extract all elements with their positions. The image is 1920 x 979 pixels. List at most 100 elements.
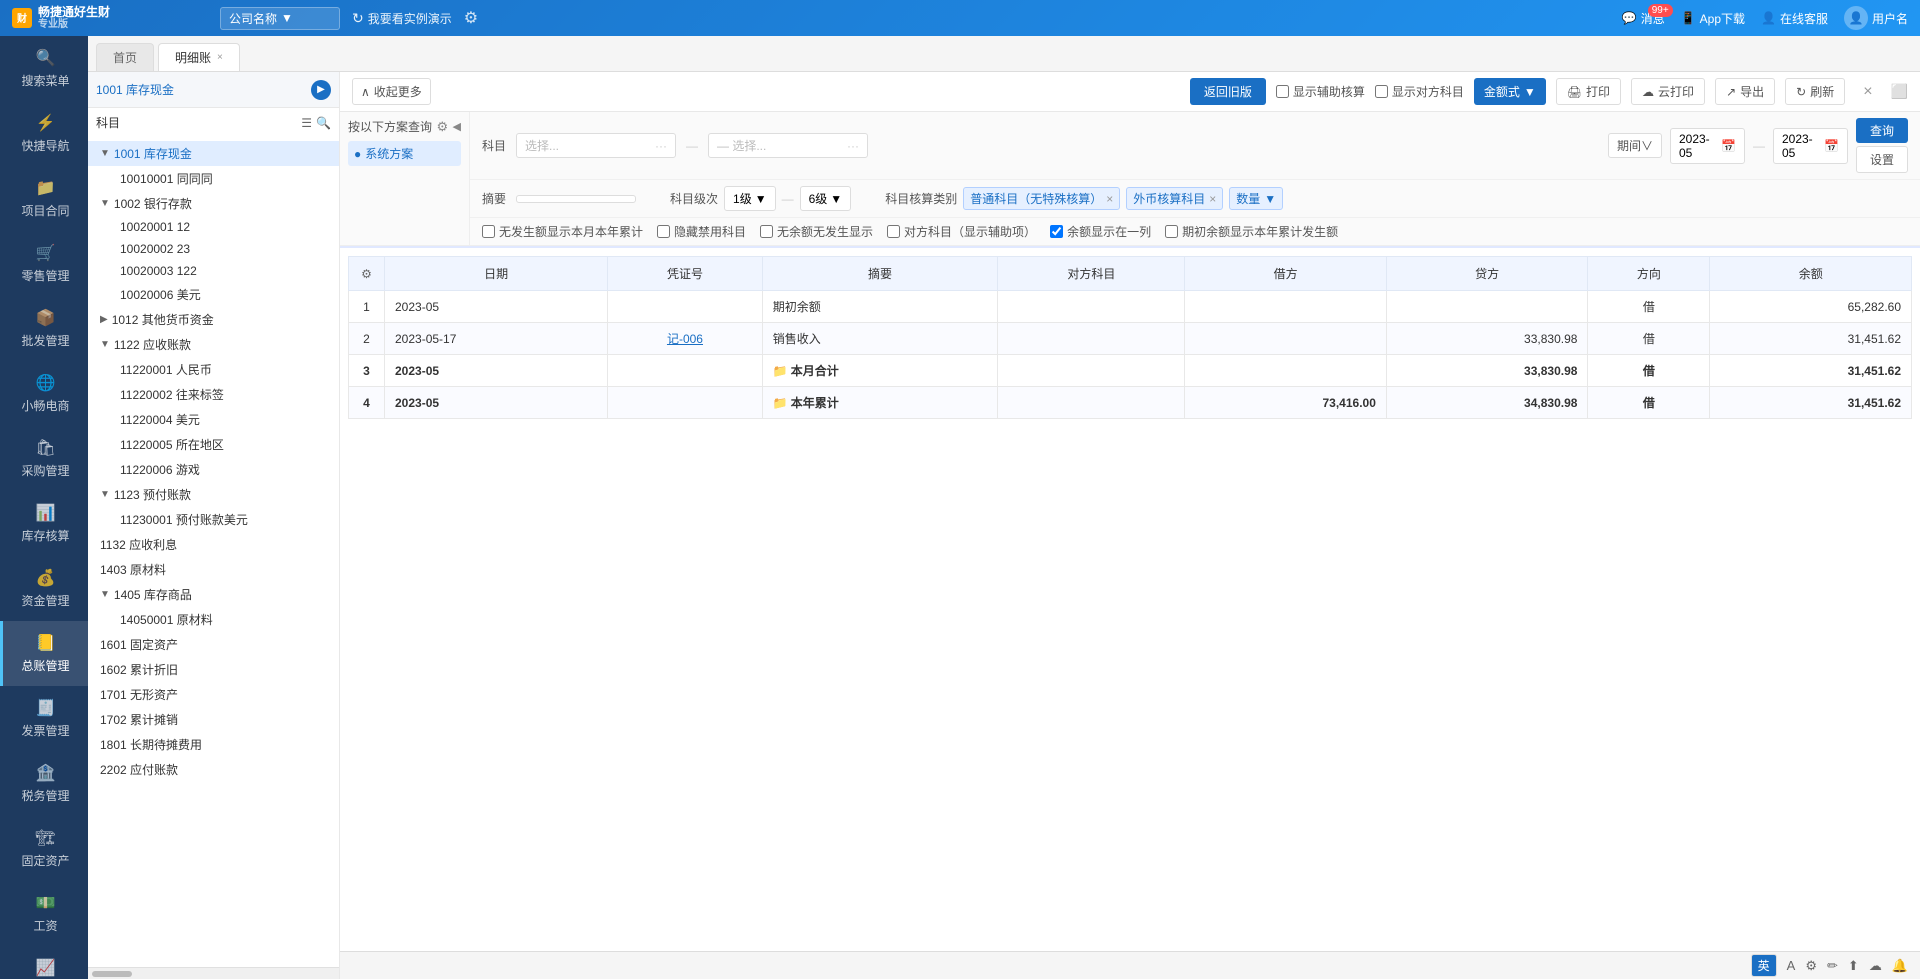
print-btn[interactable]: 🖨 打印 (1556, 78, 1621, 105)
checkbox-no-balance[interactable]: 无余额无发生显示 (760, 223, 873, 240)
tree-node-1602[interactable]: 1602 累计折旧 (88, 657, 339, 682)
online-service-btn[interactable]: 👤 在线客服 (1761, 10, 1828, 27)
tab-home[interactable]: 首页 (96, 43, 154, 71)
refresh-btn[interactable]: ↻ 刷新 (1785, 78, 1845, 105)
sidebar-item-inventory[interactable]: 📊 库存核算 (0, 491, 88, 556)
tree-node-11220005[interactable]: 11220005 所在地区 (88, 432, 339, 457)
tree-node-1801[interactable]: 1801 长期待摊费用 (88, 732, 339, 757)
tree-search-icon[interactable]: 🔍 (316, 116, 331, 130)
status-icon-1[interactable]: A (1787, 958, 1796, 973)
export-btn[interactable]: ↗ 导出 (1715, 78, 1775, 105)
tree-node-2202[interactable]: 2202 应付账款 (88, 757, 339, 782)
sidebar-item-retail[interactable]: 🛒 零售管理 (0, 231, 88, 296)
checkbox-hide-disabled-input[interactable] (657, 225, 670, 238)
checkbox-no-occur-input[interactable] (482, 225, 495, 238)
tree-node-10020001[interactable]: 10020001 12 (88, 216, 339, 238)
column-settings-icon[interactable]: ⚙ (361, 267, 372, 281)
sidebar-item-ecommerce[interactable]: 🌐 小畅电商 (0, 361, 88, 426)
settings-btn[interactable]: 设置 (1856, 146, 1908, 173)
sidebar-item-capital[interactable]: 💰 资金管理 (0, 556, 88, 621)
status-icon-4[interactable]: ⬆ (1848, 958, 1859, 974)
tree-node-1702[interactable]: 1702 累计摊销 (88, 707, 339, 732)
level-from-select[interactable]: 1级 ▼ (724, 186, 776, 211)
tree-node-1405[interactable]: ▼ 1405 库存商品 (88, 582, 339, 607)
checkbox-no-balance-input[interactable] (760, 225, 773, 238)
checkbox-no-occur[interactable]: 无发生额显示本月本年累计 (482, 223, 643, 240)
panel-close-btn[interactable]: × (1855, 83, 1880, 101)
tab-detail[interactable]: 明细账 × (158, 43, 240, 71)
show-opposite-input[interactable] (1375, 85, 1388, 98)
tree-node-1601[interactable]: 1601 固定资产 (88, 632, 339, 657)
sidebar-item-assets[interactable]: 🏗 固定资产 (0, 816, 88, 881)
checkbox-hide-disabled[interactable]: 隐藏禁用科目 (657, 223, 746, 240)
period-from-input[interactable]: 2023-05 📅 (1670, 128, 1745, 164)
tree-node-1012[interactable]: ▶ 1012 其他货币资金 (88, 307, 339, 332)
status-icon-3[interactable]: ✏ (1827, 958, 1838, 974)
show-auxiliary-checkbox[interactable]: 显示辅助核算 (1276, 83, 1365, 100)
tree-node-1122[interactable]: ▼ 1122 应收账款 (88, 332, 339, 357)
show-opposite-checkbox[interactable]: 显示对方科目 (1375, 83, 1464, 100)
tree-node-11220006[interactable]: 11220006 游戏 (88, 457, 339, 482)
tree-node-11220004[interactable]: 11220004 美元 (88, 407, 339, 432)
period-to-input[interactable]: 2023-05 📅 (1773, 128, 1848, 164)
panel-maximize-btn[interactable]: ⬜ (1891, 83, 1908, 100)
tree-node-10020003[interactable]: 10020003 122 (88, 260, 339, 282)
tree-node-1132[interactable]: 1132 应收利息 (88, 532, 339, 557)
sidebar-item-project[interactable]: 📁 项目合同 (0, 166, 88, 231)
expand-more-btn[interactable]: ∧ 收起更多 (352, 78, 431, 105)
tree-node-11220002[interactable]: 11220002 往来标签 (88, 382, 339, 407)
tree-node-14050001[interactable]: 14050001 原材料 (88, 607, 339, 632)
sidebar-item-ledger[interactable]: 📒 总账管理 (0, 621, 88, 686)
period-type-selector[interactable]: 期间∨ (1608, 133, 1662, 158)
checkbox-period-opening-input[interactable] (1165, 225, 1178, 238)
tag-quantity[interactable]: 数量 ▼ (1229, 187, 1283, 210)
tree-node-10020006[interactable]: 10020006 美元 (88, 282, 339, 307)
account-nav-btn[interactable]: ▶ (311, 80, 331, 100)
checkbox-opposite[interactable]: 对方科目（显示辅助项） (887, 223, 1036, 240)
user-avatar-btn[interactable]: 👤 用户名 (1844, 6, 1908, 30)
app-download-btn[interactable]: 📱 App下载 (1681, 10, 1745, 27)
checkbox-balance-one-col[interactable]: 余额显示在一列 (1050, 223, 1151, 240)
status-icon-6[interactable]: 🔔 (1892, 958, 1908, 974)
tree-node-1002[interactable]: ▼ 1002 银行存款 (88, 191, 339, 216)
tree-node-11230001[interactable]: 11230001 预付账款美元 (88, 507, 339, 532)
tree-node-1701[interactable]: 1701 无形资产 (88, 682, 339, 707)
lang-switcher-btn[interactable]: 英 (1751, 954, 1777, 977)
voucher-link[interactable]: 记-006 (667, 332, 703, 346)
tag-foreign-currency[interactable]: 外币核算科目 × (1126, 187, 1223, 210)
tree-node-10010001[interactable]: 10010001 同同同 (88, 166, 339, 191)
filter-config-icon[interactable]: ⚙ (436, 119, 448, 135)
sidebar-item-invoice[interactable]: 🧾 发票管理 (0, 686, 88, 751)
tree-node-10020002[interactable]: 10020002 23 (88, 238, 339, 260)
sidebar-item-wholesale[interactable]: 📦 批发管理 (0, 296, 88, 361)
subject-from-input[interactable]: 选择... ··· (516, 133, 676, 158)
amount-type-btn[interactable]: 金额式 ▼ (1474, 78, 1546, 105)
tree-node-1403[interactable]: 1403 原材料 (88, 557, 339, 582)
message-btn[interactable]: 💬 消息 99+ (1622, 10, 1665, 27)
sidebar-item-salary[interactable]: 💵 工资 (0, 881, 88, 946)
tag-normal-account[interactable]: 普通科目（无特殊核算） × (963, 187, 1120, 210)
tab-close-icon[interactable]: × (217, 52, 223, 63)
search-btn[interactable]: 查询 (1856, 118, 1908, 143)
tree-node-1001[interactable]: ▼ 1001 库存现金 (88, 141, 339, 166)
sidebar-item-shortcut[interactable]: ⚡ 快捷导航 (0, 101, 88, 166)
status-icon-2[interactable]: ⚙ (1805, 958, 1817, 974)
sidebar-item-search[interactable]: 🔍 搜索菜单 (0, 36, 88, 101)
tree-list-icon[interactable]: ☰ (301, 116, 312, 130)
tree-node-1123[interactable]: ▼ 1123 预付账款 (88, 482, 339, 507)
tag2-remove-icon[interactable]: × (1209, 192, 1216, 206)
checkbox-balance-one-col-input[interactable] (1050, 225, 1063, 238)
sidebar-item-purchase[interactable]: 🛍 采购管理 (0, 426, 88, 491)
status-icon-5[interactable]: ☁ (1869, 958, 1882, 974)
subject-to-input[interactable]: — 选择... ··· (708, 133, 868, 158)
cloud-print-btn[interactable]: ☁ 云打印 (1631, 78, 1705, 105)
checkbox-opposite-input[interactable] (887, 225, 900, 238)
tree-scrollbar[interactable] (88, 967, 339, 979)
tag1-remove-icon[interactable]: × (1106, 192, 1113, 206)
checkbox-period-opening[interactable]: 期初余额显示本年累计发生额 (1165, 223, 1338, 240)
tree-node-11220001[interactable]: 11220001 人民币 (88, 357, 339, 382)
return-old-btn[interactable]: 返回旧版 (1190, 78, 1266, 105)
level-to-select[interactable]: 6级 ▼ (800, 186, 852, 211)
company-selector[interactable]: 公司名称 ▼ (220, 7, 340, 30)
show-auxiliary-input[interactable] (1276, 85, 1289, 98)
